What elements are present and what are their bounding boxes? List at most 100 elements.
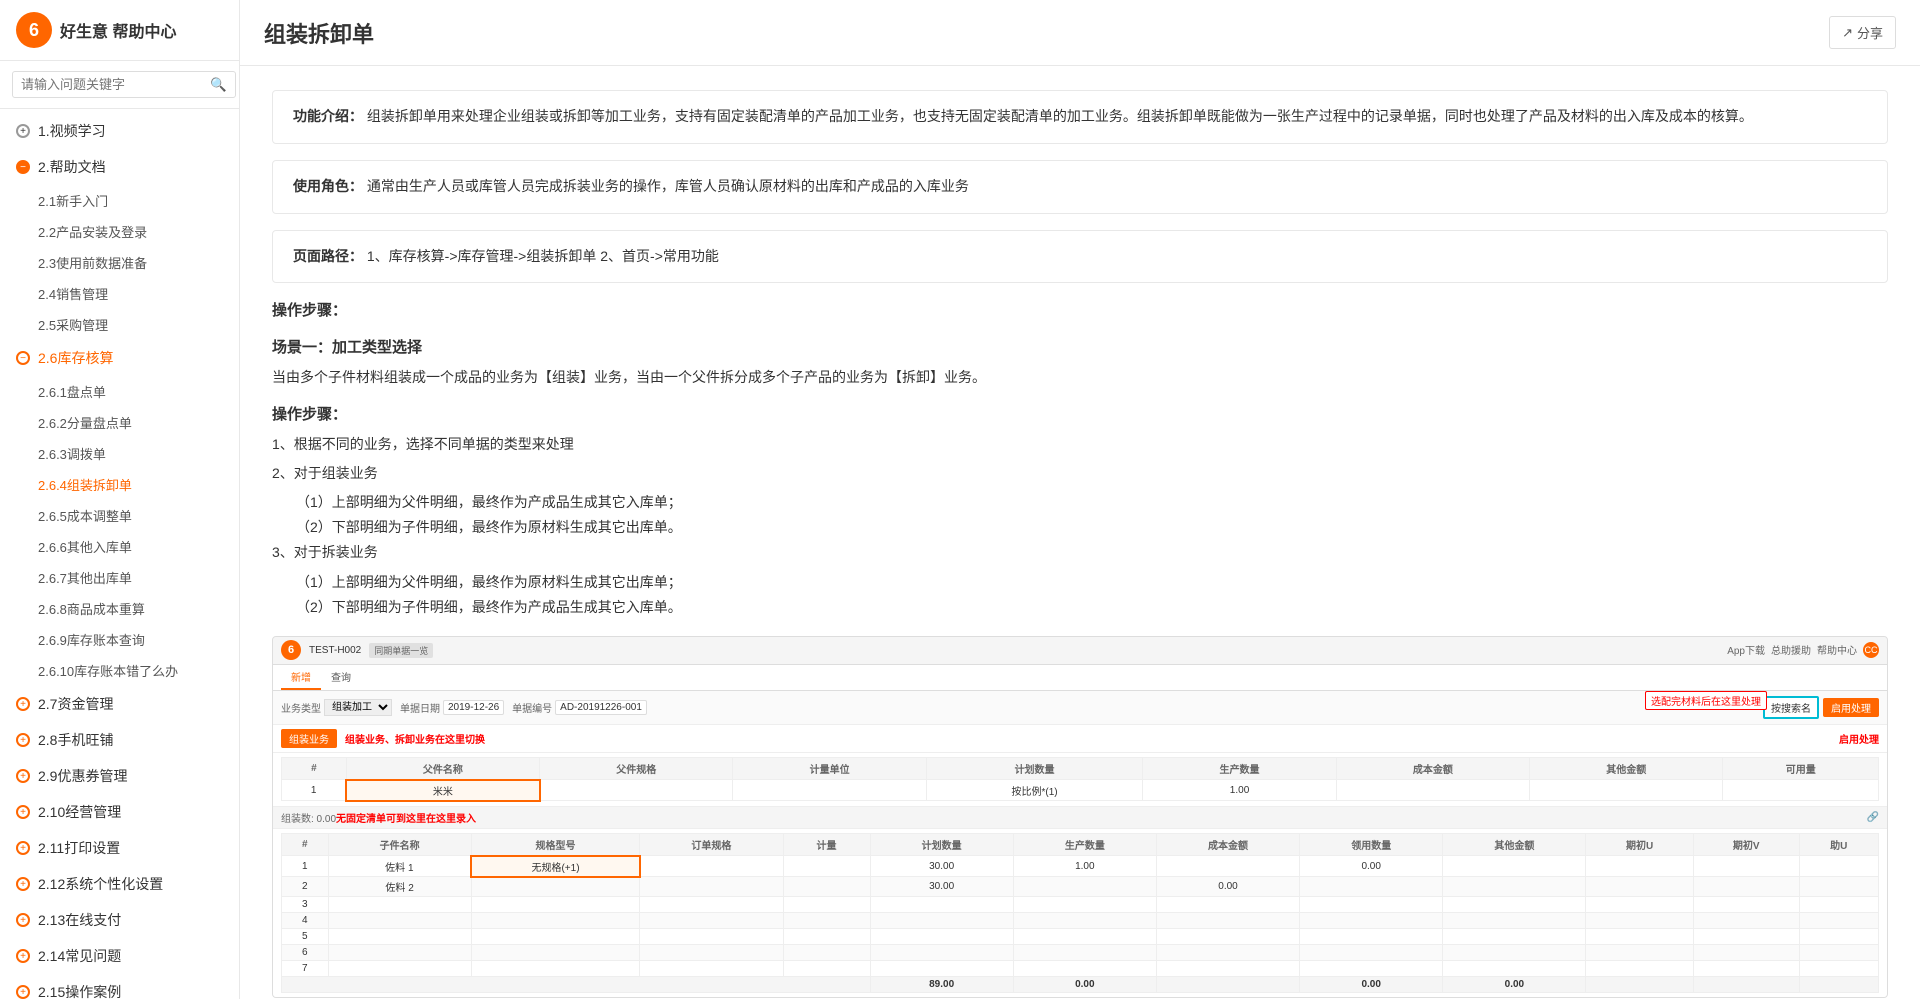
mock-section-bar: 组装业务 组装业务、拆卸业务在这里切换 启用处理 xyxy=(273,725,1887,753)
step2-sub2: （2）下部明细为子件明细，最终作为原材料生成其它出库单。 xyxy=(272,515,1888,540)
mock-bottom-header: 组装数: 0.00 无固定清单可到这里在这里录入 🔗 xyxy=(273,806,1887,829)
step2: 2、对于组装业务 xyxy=(272,461,1888,486)
cell-num: 1 xyxy=(282,780,347,801)
sidebar-item-help[interactable]: − 2.帮助文档 xyxy=(0,149,239,185)
intro-text: 组装拆卸单用来处理企业组装或拆卸等加工业务，支持有固定装配清单的产品加工业务，也… xyxy=(367,108,1753,124)
sidebar-item-funds[interactable]: + 2.7资金管理 xyxy=(0,686,239,722)
main-content: 功能介绍： 组装拆卸单用来处理企业组装或拆卸等加工业务，支持有固定装配清单的产品… xyxy=(240,66,1920,999)
mock-type-select[interactable]: 组装加工 xyxy=(324,699,392,716)
col-avail: 可用量 xyxy=(1723,757,1879,780)
payment-plus-icon: + xyxy=(16,913,30,927)
sidebar-item-stock-query[interactable]: 2.6.9库存账本查询 xyxy=(0,624,239,655)
sidebar-item-videos[interactable]: + 1.视频学习 xyxy=(0,113,239,149)
sidebar-item-sales[interactable]: 2.4销售管理 xyxy=(0,278,239,309)
intro-box: 功能介绍： 组装拆卸单用来处理企业组装或拆卸等加工业务，支持有固定装配清单的产品… xyxy=(272,90,1888,144)
intro-label: 功能介绍： xyxy=(293,108,363,124)
sidebar: 6 好生意 帮助中心 🔍 + 1.视频学习 − 2.帮助文档 2.1新手入门 2… xyxy=(0,0,240,999)
sidebar-item-mobile[interactable]: + 2.8手机旺铺 xyxy=(0,722,239,758)
sidebar-item-purchase[interactable]: 2.5采购管理 xyxy=(0,309,239,340)
table-row: 1 佐料 1 无规格(+1) 30.00 1.00 0.00 xyxy=(282,856,1879,877)
sidebar-item-stock-error[interactable]: 2.6.10库存账本错了么办 xyxy=(0,655,239,686)
mock-topbar-icons: App下载 总助援助 帮助中心 CC xyxy=(1727,642,1879,658)
sidebar-item-print[interactable]: + 2.11打印设置 xyxy=(0,830,239,866)
search-button[interactable]: 🔍 xyxy=(210,77,227,93)
scenario1-desc: 当由多个子件材料组装成一个成品的业务为【组装】业务，当由一个父件拆分成多个子产品… xyxy=(272,365,1888,390)
table-row: 5 xyxy=(282,929,1879,945)
sidebar-item-cost-adjust[interactable]: 2.6.5成本调整单 xyxy=(0,500,239,531)
bottom-table-header: # 子件名称 规格型号 订单规格 计量 计划数量 生产数量 成本金额 领用数量 … xyxy=(282,833,1879,856)
mock-warehouse-input[interactable]: 按搜索名 xyxy=(1763,696,1819,719)
page-title: 组装拆卸单 xyxy=(264,17,374,49)
step1: 1、根据不同的业务，选择不同单据的类型来处理 xyxy=(272,432,1888,457)
sidebar-item-new[interactable]: 2.1新手入门 xyxy=(0,185,239,216)
mock-top-table: # 父件名称 父件规格 计量单位 计划数量 生产数量 成本金额 其他金额 可用量 xyxy=(281,757,1879,802)
share-button[interactable]: ↗ 分享 xyxy=(1829,16,1896,49)
mock-tab-new[interactable]: 新增 xyxy=(281,665,321,690)
mobile-plus-icon: + xyxy=(16,733,30,747)
cell-other xyxy=(1530,780,1723,801)
mock-confirm-btn[interactable]: 启用处理 xyxy=(1823,698,1879,717)
ops-steps-title: 操作步骤： xyxy=(272,403,1888,424)
sidebar-item-coupon[interactable]: + 2.9优惠券管理 xyxy=(0,758,239,794)
col-other: 其他金额 xyxy=(1530,757,1723,780)
mock-action-btns: 按搜索名 启用处理 xyxy=(1763,696,1879,719)
col-b-prod-qty: 生产数量 xyxy=(1013,833,1156,856)
sidebar-header: 6 好生意 帮助中心 xyxy=(0,0,239,61)
cell-unit xyxy=(733,780,926,801)
sidebar-item-custom[interactable]: + 2.12系统个性化设置 xyxy=(0,866,239,902)
sidebar-item-stocktake[interactable]: 2.6.1盘点单 xyxy=(0,376,239,407)
mock-section-label-btn[interactable]: 组装业务 xyxy=(281,729,337,748)
step2-sub1: （1）上部明细为父件明细，最终作为产成品生成其它入库单； xyxy=(272,490,1888,515)
col-cost: 成本金额 xyxy=(1336,757,1529,780)
sidebar-item-cost-calc[interactable]: 2.6.8商品成本重算 xyxy=(0,593,239,624)
mock-tab-query[interactable]: 查询 xyxy=(321,665,361,690)
plus-icon: + xyxy=(16,124,30,138)
mock-top-table-container: # 父件名称 父件规格 计量单位 计划数量 生产数量 成本金额 其他金额 可用量 xyxy=(273,753,1887,806)
sidebar-item-assemble[interactable]: 2.6.4组装拆卸单 xyxy=(0,469,239,500)
table-row: 1 米米 按比例*(1) 1.00 xyxy=(282,780,1879,801)
mock-right-annotation: 启用处理 xyxy=(1839,731,1879,746)
mock-company: TEST-H002 xyxy=(309,645,361,656)
col-b-plan-qty: 计划数量 xyxy=(870,833,1013,856)
inventory-minus-icon: − xyxy=(16,351,30,365)
sidebar-item-ops[interactable]: + 2.10经营管理 xyxy=(0,794,239,830)
table-row: 3 xyxy=(282,897,1879,913)
cell-spec xyxy=(540,780,733,801)
mock-form-row: 业务类型 组装加工 单据日期 2019-12-26 单据编号 AD-201912… xyxy=(273,691,1887,725)
sidebar-item-data[interactable]: 2.3使用前数据准备 xyxy=(0,247,239,278)
table-total-row: 89.00 0.00 0.00 0.00 xyxy=(282,977,1879,993)
table-header-row: # 父件名称 父件规格 计量单位 计划数量 生产数量 成本金额 其他金额 可用量 xyxy=(282,757,1879,780)
path-text: 1、库存核算->库存管理->组装拆卸单 2、首页->常用功能 xyxy=(367,248,719,264)
minus-icon: − xyxy=(16,160,30,174)
col-b-cost: 成本金额 xyxy=(1156,833,1299,856)
step3-sub1: （1）上部明细为父件明细，最终作为原材料生成其它出库单； xyxy=(272,570,1888,595)
main-header: 组装拆卸单 ↗ 分享 xyxy=(240,0,1920,66)
col-parent-spec: 父件规格 xyxy=(540,757,733,780)
sidebar-item-faq[interactable]: + 2.14常见问题 xyxy=(0,938,239,974)
sidebar-item-other-out[interactable]: 2.6.7其他出库单 xyxy=(0,562,239,593)
col-b-au: 助U xyxy=(1799,833,1878,856)
sidebar-item-cases[interactable]: + 2.15操作案例 xyxy=(0,974,239,999)
sidebar-item-part-stocktake[interactable]: 2.6.2分量盘点单 xyxy=(0,407,239,438)
sidebar-item-payment[interactable]: + 2.13在线支付 xyxy=(0,902,239,938)
sidebar-item-install[interactable]: 2.2产品安装及登录 xyxy=(0,216,239,247)
mock-bottom-annotation: 无固定清单可到这里在这里录入 xyxy=(336,810,476,825)
mock-help: 帮助中心 xyxy=(1817,642,1857,658)
faq-plus-icon: + xyxy=(16,949,30,963)
col-b-u: 期初U xyxy=(1586,833,1693,856)
search-input[interactable] xyxy=(12,71,236,98)
sidebar-item-inventory[interactable]: − 2.6库存核算 xyxy=(0,340,239,376)
sidebar-item-adjust[interactable]: 2.6.3调拨单 xyxy=(0,438,239,469)
table-row: 4 xyxy=(282,913,1879,929)
path-box: 页面路径： 1、库存核算->库存管理->组装拆卸单 2、首页->常用功能 xyxy=(272,230,1888,284)
col-plan-qty: 计划数量 xyxy=(926,757,1143,780)
mock-app: 6 TEST-H002 同期单据一览 App下载 总助援助 帮助中心 CC 新增… xyxy=(273,637,1887,998)
sidebar-item-other-in[interactable]: 2.6.6其他入库单 xyxy=(0,531,239,562)
col-b-v: 期初V xyxy=(1693,833,1799,856)
mock-user-icon: CC xyxy=(1863,642,1879,658)
col-parent-name: 父件名称 xyxy=(346,757,539,780)
funds-plus-icon: + xyxy=(16,697,30,711)
path-label: 页面路径： xyxy=(293,248,363,264)
mock-type-field: 业务类型 组装加工 xyxy=(281,699,392,716)
scenario1-title: 场景一：加工类型选择 xyxy=(272,336,1888,357)
